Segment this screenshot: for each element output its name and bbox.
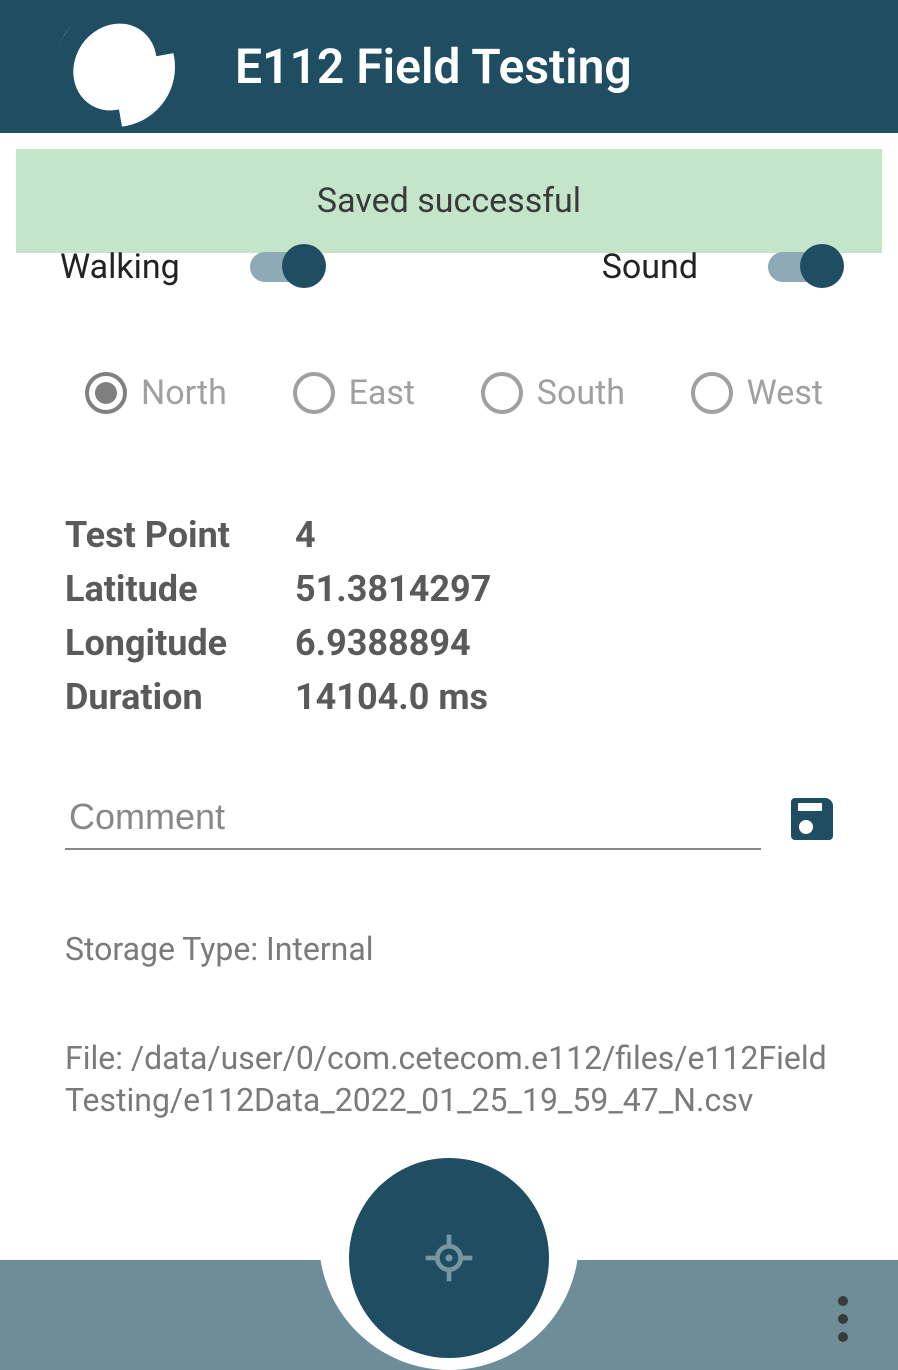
- radio-east[interactable]: East: [293, 372, 416, 414]
- detail-value: 4: [295, 514, 316, 556]
- c-logo-icon: [55, 7, 175, 127]
- radio-label: East: [349, 373, 416, 413]
- locate-button[interactable]: [349, 1158, 549, 1358]
- file-line: File: /data/user/0/com.cetecom.e112/file…: [0, 1038, 898, 1121]
- detail-label: Latitude: [65, 568, 295, 610]
- detail-label: Duration: [65, 676, 295, 718]
- comment-row: [0, 788, 898, 850]
- details-block: Test Point 4 Latitude 51.3814297 Longitu…: [0, 514, 898, 718]
- detail-value: 6.9388894: [295, 622, 471, 664]
- status-banner: Saved successful: [16, 149, 882, 253]
- detail-label: Test Point: [65, 514, 295, 556]
- radio-label: South: [537, 373, 625, 413]
- radio-south[interactable]: South: [481, 372, 625, 414]
- detail-value: 51.3814297: [295, 568, 491, 610]
- menu-dots-icon[interactable]: [838, 1296, 848, 1342]
- save-icon[interactable]: [791, 798, 833, 840]
- radio-circle-icon: [691, 372, 733, 414]
- walking-label: Walking: [60, 247, 180, 287]
- detail-value: 14104.0 ms: [295, 676, 488, 718]
- detail-label: Longitude: [65, 622, 295, 664]
- radio-north[interactable]: North: [85, 372, 227, 414]
- sound-switch[interactable]: [768, 252, 838, 282]
- detail-row-longitude: Longitude 6.9388894: [65, 622, 833, 664]
- locate-icon: [421, 1230, 477, 1286]
- storage-type-line: Storage Type: Internal: [0, 930, 898, 968]
- sound-label: Sound: [602, 247, 698, 287]
- app-header: E112 Field Testing: [0, 0, 898, 133]
- detail-row-duration: Duration 14104.0 ms: [65, 676, 833, 718]
- toggle-row: Walking Sound: [0, 247, 898, 287]
- radio-circle-icon: [481, 372, 523, 414]
- radio-circle-icon: [293, 372, 335, 414]
- radio-circle-icon: [85, 372, 127, 414]
- walking-toggle-group: Walking: [60, 247, 320, 287]
- detail-row-test-point: Test Point 4: [65, 514, 833, 556]
- app-title: E112 Field Testing: [235, 38, 632, 95]
- comment-input[interactable]: [65, 788, 761, 850]
- walking-switch[interactable]: [250, 252, 320, 282]
- sound-toggle-group: Sound: [602, 247, 838, 287]
- direction-radios: North East South West: [0, 372, 898, 414]
- radio-label: North: [141, 373, 227, 413]
- radio-label: West: [747, 373, 823, 413]
- radio-west[interactable]: West: [691, 372, 823, 414]
- detail-row-latitude: Latitude 51.3814297: [65, 568, 833, 610]
